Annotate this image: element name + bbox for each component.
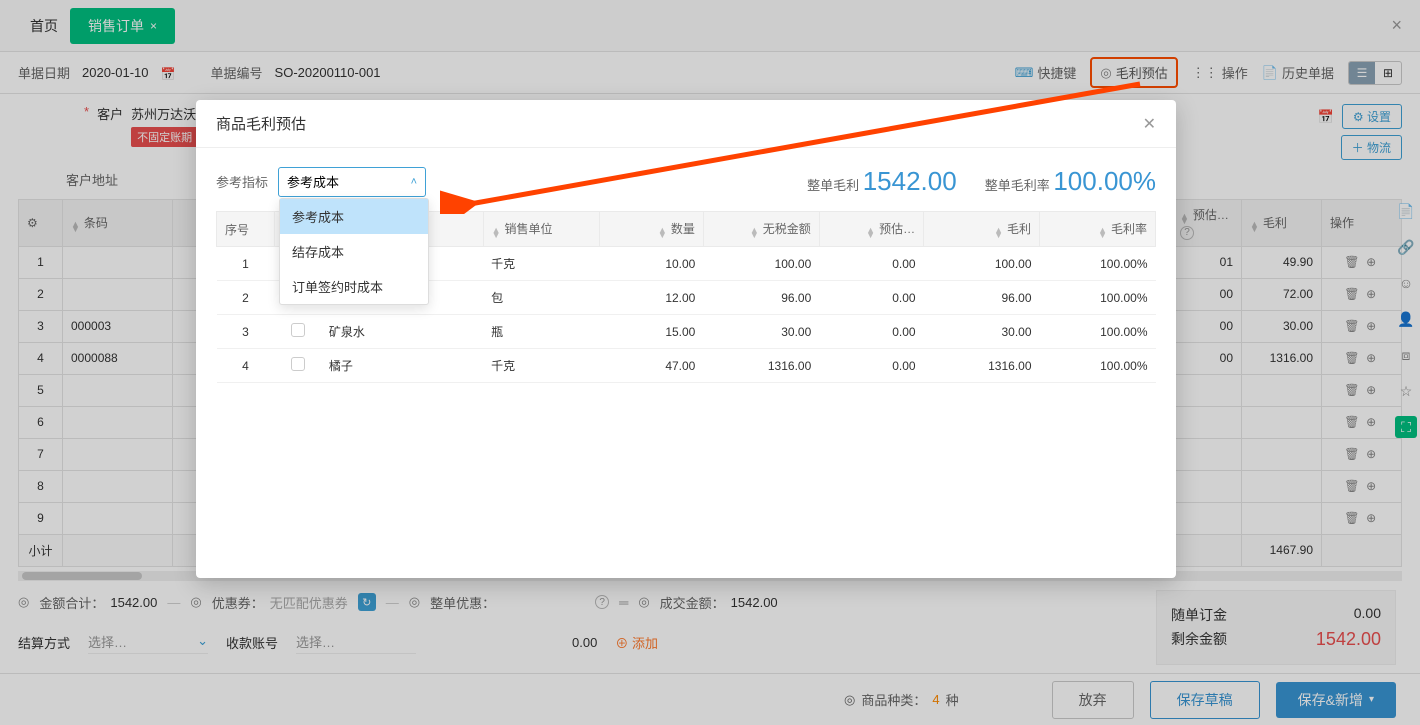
cell-n: 4 (217, 349, 275, 383)
modal-title: 商品毛利预估 (216, 113, 306, 134)
modal-close-icon[interactable]: ✕ (1143, 114, 1156, 134)
cell-check[interactable] (274, 315, 320, 349)
col-est-label: 预估… (879, 222, 915, 236)
cell-check[interactable] (274, 349, 320, 383)
col-amount[interactable]: 无税金额 (703, 212, 819, 247)
cell-est: 0.00 (819, 281, 923, 315)
modal-summary: 整单毛利 1542.00 整单毛利率 100.00% (807, 166, 1156, 197)
sum-rate-value: 100.00% (1053, 166, 1156, 196)
cell-est: 0.00 (819, 349, 923, 383)
cell-unit: 千克 (483, 247, 599, 281)
cell-amount: 30.00 (703, 315, 819, 349)
sort-icon (658, 228, 667, 238)
cell-qty: 15.00 (599, 315, 703, 349)
cell-n: 3 (217, 315, 275, 349)
criteria-value[interactable] (287, 174, 387, 189)
profit-row[interactable]: 3 矿泉水 瓶 15.00 30.00 0.00 30.00 100.00% (217, 315, 1156, 349)
col-n[interactable]: 序号 (217, 212, 275, 247)
col-profit-label: 毛利 (1007, 222, 1031, 236)
cell-profit: 100.00 (924, 247, 1040, 281)
profit-row[interactable]: 4 橘子 千克 47.00 1316.00 0.00 1316.00 100.0… (217, 349, 1156, 383)
sort-icon (492, 228, 501, 238)
cell-qty: 47.00 (599, 349, 703, 383)
cell-qty: 12.00 (599, 281, 703, 315)
criteria-dropdown: 参考成本 结存成本 订单签约时成本 (279, 198, 429, 305)
chevron-up-icon: ˄ (411, 176, 417, 188)
criteria-row: 参考指标 ˄ 参考成本 结存成本 订单签约时成本 整单毛利 1542.00 整单… (216, 166, 1156, 197)
sort-icon (750, 228, 759, 238)
cell-n: 1 (217, 247, 275, 281)
cell-unit: 千克 (483, 349, 599, 383)
col-rate-label: 毛利率 (1111, 222, 1147, 236)
cell-unit: 瓶 (483, 315, 599, 349)
col-qty[interactable]: 数量 (599, 212, 703, 247)
cell-rate: 100.00% (1040, 281, 1156, 315)
col-est[interactable]: 预估… (819, 212, 923, 247)
cell-rate: 100.00% (1040, 315, 1156, 349)
cell-name: 橘子 (321, 349, 483, 383)
col-profit[interactable]: 毛利 (924, 212, 1040, 247)
cell-est: 0.00 (819, 247, 923, 281)
checkbox-icon[interactable] (291, 357, 305, 371)
dropdown-item-sign-cost[interactable]: 订单签约时成本 (280, 269, 428, 304)
cell-rate: 100.00% (1040, 247, 1156, 281)
cell-profit: 96.00 (924, 281, 1040, 315)
sort-icon (866, 228, 875, 238)
cell-unit: 包 (483, 281, 599, 315)
cell-est: 0.00 (819, 315, 923, 349)
cell-name: 矿泉水 (321, 315, 483, 349)
cell-amount: 96.00 (703, 281, 819, 315)
profit-estimate-modal: 商品毛利预估 ✕ 参考指标 ˄ 参考成本 结存成本 订单签约时成本 整单毛利 1… (196, 100, 1176, 578)
cell-amount: 100.00 (703, 247, 819, 281)
dropdown-item-balance-cost[interactable]: 结存成本 (280, 234, 428, 269)
cell-n: 2 (217, 281, 275, 315)
col-qty-label: 数量 (671, 222, 695, 236)
cell-profit: 1316.00 (924, 349, 1040, 383)
cell-rate: 100.00% (1040, 349, 1156, 383)
sum-profit-value: 1542.00 (863, 166, 957, 196)
cell-qty: 10.00 (599, 247, 703, 281)
col-unit[interactable]: 销售单位 (483, 212, 599, 247)
sum-rate-label: 整单毛利率 (985, 178, 1050, 193)
checkbox-icon[interactable] (291, 323, 305, 337)
sort-icon (1098, 228, 1107, 238)
cell-amount: 1316.00 (703, 349, 819, 383)
cell-profit: 30.00 (924, 315, 1040, 349)
col-amount-label: 无税金额 (763, 222, 811, 236)
criteria-label: 参考指标 (216, 172, 268, 191)
sum-profit-label: 整单毛利 (807, 178, 859, 193)
criteria-select[interactable]: ˄ 参考成本 结存成本 订单签约时成本 (278, 167, 426, 197)
dropdown-item-ref-cost[interactable]: 参考成本 (280, 199, 428, 234)
sort-icon (994, 228, 1003, 238)
col-unit-label: 销售单位 (505, 222, 553, 236)
col-rate[interactable]: 毛利率 (1040, 212, 1156, 247)
modal-header: 商品毛利预估 ✕ (196, 100, 1176, 148)
modal-body: 参考指标 ˄ 参考成本 结存成本 订单签约时成本 整单毛利 1542.00 整单… (196, 148, 1176, 401)
